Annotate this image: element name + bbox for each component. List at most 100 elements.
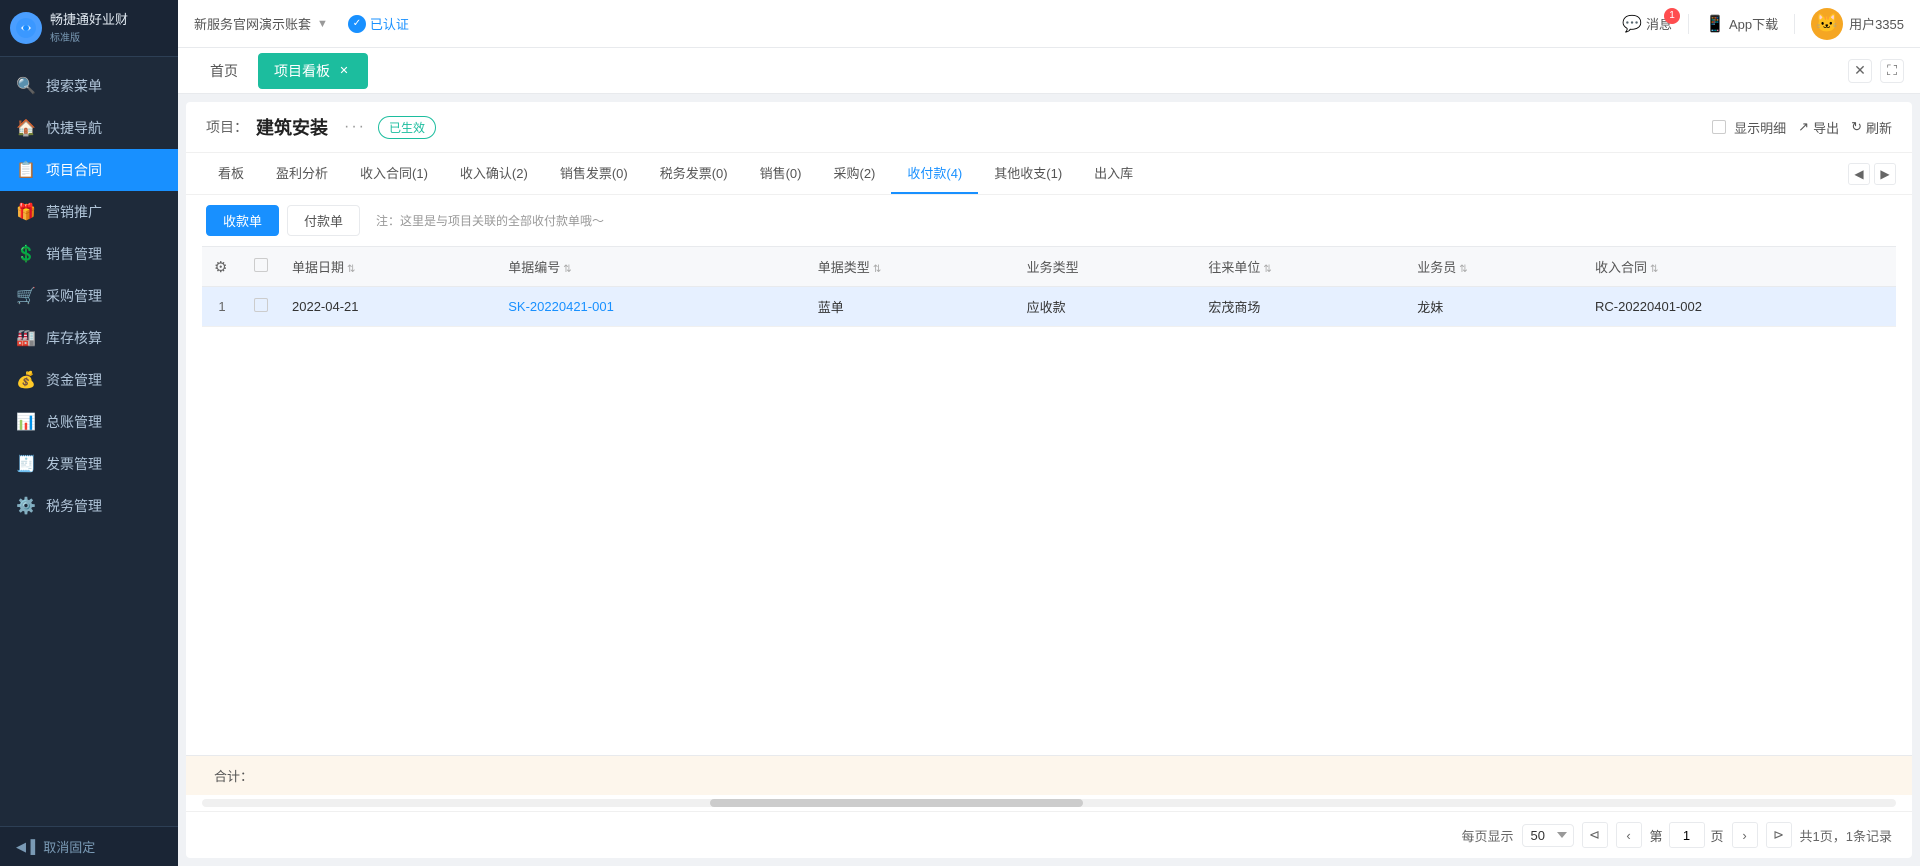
subtab-purchase[interactable]: 采购(2) [817, 153, 891, 194]
finance-icon: 💰 [16, 370, 36, 390]
col-salesperson: 业务员⇅ [1405, 247, 1583, 287]
select-all-checkbox[interactable] [254, 258, 268, 272]
col-partner: 往来单位⇅ [1196, 247, 1405, 287]
topbar: 新服务官网演示账套 ▼ ✓ 已认证 💬 消息 1 📱 App下载 🐱 用户 [178, 0, 1920, 48]
col-number: 单据编号⇅ [496, 247, 806, 287]
subtab-profit-analysis[interactable]: 盈利分析 [260, 153, 344, 194]
sales-mgmt-icon: 💲 [16, 244, 36, 264]
message-badge: 1 [1664, 8, 1680, 24]
sort-salesperson-icon[interactable]: ⇅ [1459, 264, 1467, 275]
horizontal-scrollbar[interactable] [186, 795, 1912, 811]
tab-project-board[interactable]: 项目看板 ✕ [258, 53, 368, 89]
account-selector[interactable]: 新服务官网演示账套 ▼ [194, 14, 328, 33]
row-number-link[interactable]: SK-20220421-001 [508, 299, 614, 314]
sidebar-item-invoice-mgmt[interactable]: 🧾 发票管理 [0, 443, 178, 485]
detail-checkbox[interactable] [1712, 120, 1726, 134]
subtab-other-expenses[interactable]: 其他收支(1) [978, 153, 1078, 194]
app-download-button[interactable]: 📱 App下载 [1705, 14, 1778, 34]
subtab-income-contract[interactable]: 收入合同(1) [344, 153, 444, 194]
refresh-button[interactable]: ↻ 刷新 [1851, 118, 1892, 137]
account-name: 新服务官网演示账套 [194, 14, 311, 33]
inventory-icon: 🏭 [16, 328, 36, 348]
sort-number-icon[interactable]: ⇅ [563, 264, 571, 275]
sidebar-item-quick-nav[interactable]: 🏠 快捷导航 [0, 107, 178, 149]
first-page-button[interactable]: ⊲ [1582, 822, 1608, 848]
main-content: 新服务官网演示账套 ▼ ✓ 已认证 💬 消息 1 📱 App下载 🐱 用户 [178, 0, 1920, 866]
sidebar-item-label-project-contract: 项目合同 [46, 160, 102, 180]
quick-nav-icon: 🏠 [16, 118, 36, 138]
sidebar-unpin-button[interactable]: ◀▐ 取消固定 [0, 826, 178, 866]
data-table-wrapper: ⚙ 单据日期⇅ 单据编号⇅ 单据类型⇅ 业务类型 往来单位⇅ 业务员⇅ 收入合同 [186, 246, 1912, 755]
sort-partner-icon[interactable]: ⇅ [1263, 264, 1271, 275]
total-label: 合计： [214, 769, 253, 784]
receipt-bill-tab[interactable]: 收款单 [206, 205, 279, 236]
close-window-button[interactable]: ✕ [1848, 59, 1872, 83]
export-button[interactable]: ↗ 导出 [1798, 118, 1839, 137]
tab-home[interactable]: 首页 [194, 53, 254, 89]
sort-date-icon[interactable]: ⇅ [347, 264, 355, 275]
app-subtitle: 标准版 [50, 29, 128, 44]
row-salesperson: 龙妹 [1405, 287, 1583, 327]
payment-bill-tab[interactable]: 付款单 [287, 205, 360, 236]
col-biz-type: 业务类型 [1015, 247, 1197, 287]
sidebar-item-tax-mgmt[interactable]: ⚙️ 税务管理 [0, 485, 178, 527]
row-income-contract: RC-20220401-002 [1583, 287, 1896, 327]
row-date: 2022-04-21 [280, 287, 496, 327]
user-menu-button[interactable]: 🐱 用户3355 [1811, 8, 1904, 40]
page-input[interactable] [1669, 822, 1705, 848]
sidebar-item-label-inventory: 库存核算 [46, 328, 102, 348]
sidebar-item-ledger[interactable]: 📊 总账管理 [0, 401, 178, 443]
subtab-next-button[interactable]: ▶ [1874, 163, 1896, 185]
subtab-sales[interactable]: 销售(0) [744, 153, 818, 194]
row-checkbox-0[interactable] [254, 298, 268, 312]
sidebar-item-finance[interactable]: 💰 资金管理 [0, 359, 178, 401]
next-page-button[interactable]: › [1732, 822, 1758, 848]
col-date: 单据日期⇅ [280, 247, 496, 287]
per-page-select[interactable]: 50 10 20 100 [1522, 824, 1574, 847]
sidebar-item-project-contract[interactable]: 📋 项目合同 [0, 149, 178, 191]
subtab-prev-button[interactable]: ◀ [1848, 163, 1870, 185]
sidebar-item-label-search: 搜索菜单 [46, 76, 102, 96]
subtab-kanban[interactable]: 看板 [202, 153, 260, 194]
column-settings-icon[interactable]: ⚙ [214, 259, 227, 276]
purchase-mgmt-icon: 🛒 [16, 286, 36, 306]
sidebar-item-purchase-mgmt[interactable]: 🛒 采购管理 [0, 275, 178, 317]
subtab-income-confirm[interactable]: 收入确认(2) [444, 153, 544, 194]
refresh-icon: ↻ [1851, 119, 1862, 135]
subtab-tax-invoice[interactable]: 税务发票(0) [644, 153, 744, 194]
sort-contract-icon[interactable]: ⇅ [1650, 264, 1658, 275]
sidebar-item-search[interactable]: 🔍 搜索菜单 [0, 65, 178, 107]
project-label: 项目： [206, 117, 248, 137]
show-detail-label: 显示明细 [1734, 118, 1786, 137]
message-button[interactable]: 💬 消息 1 [1622, 14, 1672, 34]
sidebar-item-inventory[interactable]: 🏭 库存核算 [0, 317, 178, 359]
total-row: 合计： [186, 755, 1912, 795]
sort-type-icon[interactable]: ⇅ [873, 264, 881, 275]
tab-close-icon[interactable]: ✕ [336, 63, 352, 79]
project-header: 项目： 建筑安装 ··· 已生效 显示明细 ↗ 导出 ↻ 刷新 [186, 102, 1912, 153]
scrollbar-thumb[interactable] [710, 799, 1083, 807]
maximize-window-button[interactable]: ⛶ [1880, 59, 1904, 83]
last-page-button[interactable]: ⊳ [1766, 822, 1792, 848]
message-icon: 💬 [1622, 14, 1642, 34]
col-settings: ⚙ [202, 247, 242, 287]
more-actions-button[interactable]: ··· [344, 118, 366, 136]
avatar: 🐱 [1811, 8, 1843, 40]
table-row[interactable]: 1 2022-04-21 SK-20220421-001 蓝单 应收款 宏茂商场… [202, 287, 1896, 327]
subtab-in-out-storage[interactable]: 出入库 [1078, 153, 1149, 194]
search-icon: 🔍 [16, 76, 36, 96]
col-type: 单据类型⇅ [806, 247, 1015, 287]
sidebar-item-marketing[interactable]: 🎁 营销推广 [0, 191, 178, 233]
sidebar-item-label-ledger: 总账管理 [46, 412, 102, 432]
project-contract-icon: 📋 [16, 160, 36, 180]
subtab-sales-invoice[interactable]: 销售发票(0) [544, 153, 644, 194]
sidebar-item-sales-mgmt[interactable]: 💲 销售管理 [0, 233, 178, 275]
refresh-label: 刷新 [1866, 118, 1892, 137]
mobile-icon: 📱 [1705, 14, 1725, 34]
subtab-receipt[interactable]: 收付款(4) [891, 153, 978, 194]
tab-project-board-label: 项目看板 [274, 61, 330, 81]
show-detail-button[interactable]: 显示明细 [1712, 118, 1786, 137]
prev-page-button[interactable]: ‹ [1616, 822, 1642, 848]
page-suffix: 页 [1711, 826, 1724, 845]
total-info: 共1页，1条记录 [1800, 826, 1892, 845]
